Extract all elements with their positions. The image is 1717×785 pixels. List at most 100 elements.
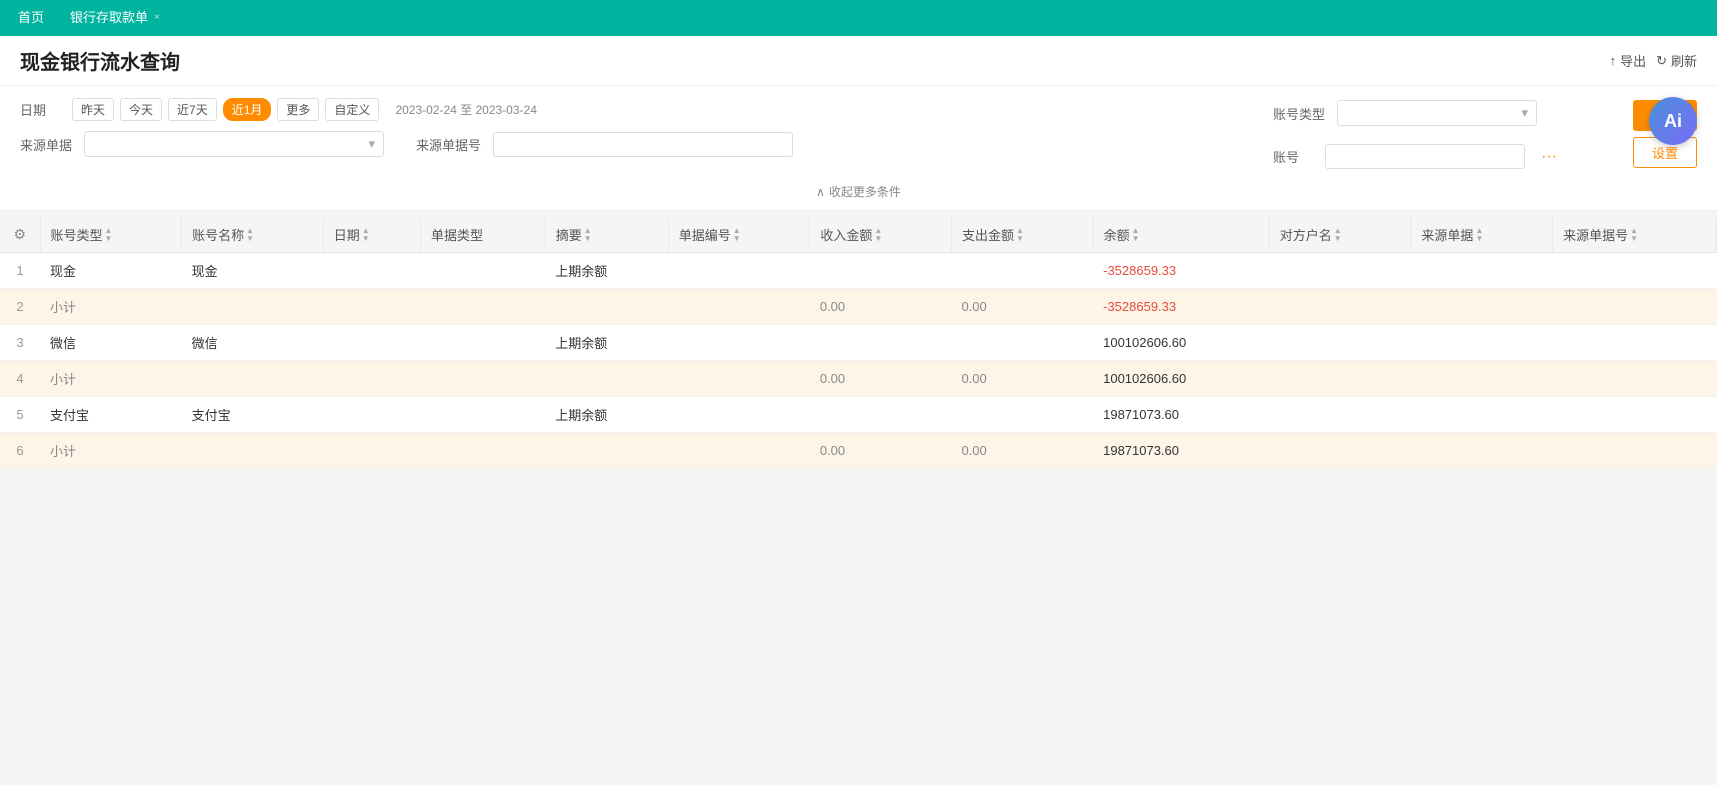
cell-account_name [182, 289, 324, 325]
cell-summary: 上期余额 [545, 325, 668, 361]
col-header-source_doc_no[interactable]: 来源单据号▲▼ [1553, 217, 1717, 253]
col-header-expense[interactable]: 支出金额▲▼ [951, 217, 1093, 253]
cell-date [323, 397, 420, 433]
sort-icon: ▲▼ [1630, 227, 1638, 243]
cell-balance: 100102606.60 [1093, 325, 1269, 361]
ai-badge[interactable]: Ai [1649, 97, 1697, 145]
date-filter-row: 日期 昨天今天近7天近1月更多自定义 2023-02-24 至 2023-03-… [20, 98, 1253, 121]
cell-source_doc [1411, 433, 1553, 469]
cell-expense [951, 397, 1093, 433]
cell-summary: 上期余额 [545, 397, 668, 433]
close-icon[interactable]: × [154, 0, 160, 36]
nav-home[interactable]: 首页 [4, 0, 58, 36]
cell-expense [951, 325, 1093, 361]
date-option-自定义[interactable]: 自定义 [325, 98, 379, 121]
cell-date [323, 433, 420, 469]
col-header-counterpart[interactable]: 对方户名▲▼ [1269, 217, 1411, 253]
cell-source_doc_no [1553, 397, 1717, 433]
cell-account_name: 现金 [182, 253, 324, 289]
sort-icon: ▲▼ [1475, 227, 1483, 243]
cell-doc_no [668, 361, 810, 397]
date-options: 昨天今天近7天近1月更多自定义 [72, 98, 379, 121]
cell-account_type: 小计 [40, 289, 182, 325]
cell-income [810, 325, 952, 361]
account-dots-button[interactable]: ··· [1537, 148, 1561, 166]
sort-icon: ▲▼ [584, 227, 592, 243]
sort-icon: ▲▼ [105, 227, 113, 243]
export-button[interactable]: ↑ 导出 [1610, 51, 1647, 70]
cell-doc_no [668, 433, 810, 469]
table-container: ⚙ 账号类型▲▼账号名称▲▼日期▲▼单据类型摘要▲▼单据编号▲▼收入金额▲▼支出金… [0, 217, 1717, 469]
account-label: 账号 [1273, 147, 1313, 166]
chevron-down-icon: ▾ [368, 136, 375, 152]
nav-tab-银行存取款单[interactable]: 银行存取款单× [58, 0, 198, 36]
sort-icon: ▲▼ [1016, 227, 1024, 243]
col-header-source_doc[interactable]: 来源单据▲▼ [1411, 217, 1553, 253]
cell-summary [545, 361, 668, 397]
cell-source_doc_no [1553, 289, 1717, 325]
cell-expense: 0.00 [951, 361, 1093, 397]
cell-doc_type [421, 289, 546, 325]
cell-doc_no [668, 289, 810, 325]
cell-source_doc [1411, 397, 1553, 433]
collapse-icon: ∧ [816, 185, 825, 199]
cell-income: 0.00 [810, 433, 952, 469]
cell-gear: 1 [0, 253, 40, 289]
cell-summary: 上期余额 [545, 253, 668, 289]
account-type-select[interactable]: ▾ [1337, 100, 1537, 126]
col-header-account_type[interactable]: 账号类型▲▼ [40, 217, 182, 253]
cell-source_doc [1411, 253, 1553, 289]
cell-account_type: 微信 [40, 325, 182, 361]
export-icon: ↑ [1610, 53, 1617, 68]
col-header-income[interactable]: 收入金额▲▼ [810, 217, 952, 253]
col-header-doc_no[interactable]: 单据编号▲▼ [668, 217, 810, 253]
source-doc-select[interactable]: ▾ [84, 131, 384, 157]
cell-balance: 100102606.60 [1093, 361, 1269, 397]
cell-account_name: 微信 [182, 325, 324, 361]
cell-counterpart [1269, 397, 1411, 433]
cell-counterpart [1269, 325, 1411, 361]
filter-area: 日期 昨天今天近7天近1月更多自定义 2023-02-24 至 2023-03-… [0, 86, 1717, 211]
source-doc-no-label: 来源单据号 [416, 135, 481, 154]
col-header-balance[interactable]: 余额▲▼ [1093, 217, 1269, 253]
cell-income [810, 397, 952, 433]
date-option-近7天[interactable]: 近7天 [168, 98, 217, 121]
cell-gear: 4 [0, 361, 40, 397]
date-option-更多[interactable]: 更多 [277, 98, 319, 121]
cell-account_type: 现金 [40, 253, 182, 289]
collapse-bar[interactable]: ∧ 收起更多条件 [20, 179, 1697, 202]
date-option-昨天[interactable]: 昨天 [72, 98, 114, 121]
cell-source_doc [1411, 361, 1553, 397]
sort-icon: ▲▼ [733, 227, 741, 243]
col-header-summary[interactable]: 摘要▲▼ [545, 217, 668, 253]
cell-source_doc_no [1553, 361, 1717, 397]
account-input[interactable] [1325, 144, 1525, 169]
date-range-text: 2023-02-24 至 2023-03-24 [395, 101, 536, 118]
gear-icon[interactable]: ⚙ [13, 226, 26, 242]
page-title: 现金银行流水查询 [20, 46, 180, 75]
col-header-date[interactable]: 日期▲▼ [323, 217, 420, 253]
refresh-button[interactable]: ↻ 刷新 [1656, 51, 1697, 70]
cell-counterpart [1269, 433, 1411, 469]
col-header-account_name[interactable]: 账号名称▲▼ [182, 217, 324, 253]
cell-account_name: 支付宝 [182, 397, 324, 433]
cell-income: 0.00 [810, 289, 952, 325]
cell-income: 0.00 [810, 361, 952, 397]
cell-doc_type [421, 253, 546, 289]
cell-doc_no [668, 325, 810, 361]
cell-doc_type [421, 433, 546, 469]
date-option-今天[interactable]: 今天 [120, 98, 162, 121]
col-header-doc_type: 单据类型 [421, 217, 546, 253]
date-option-近1月[interactable]: 近1月 [223, 98, 272, 121]
sort-icon: ▲▼ [874, 227, 882, 243]
cell-expense: 0.00 [951, 289, 1093, 325]
cell-counterpart [1269, 361, 1411, 397]
source-doc-no-input[interactable] [493, 132, 793, 157]
table-row: 5支付宝支付宝上期余额19871073.60 [0, 397, 1717, 433]
cell-balance: 19871073.60 [1093, 433, 1269, 469]
cell-date [323, 325, 420, 361]
data-table: ⚙ 账号类型▲▼账号名称▲▼日期▲▼单据类型摘要▲▼单据编号▲▼收入金额▲▼支出金… [0, 217, 1717, 469]
cell-expense: 0.00 [951, 433, 1093, 469]
cell-income [810, 253, 952, 289]
cell-gear: 2 [0, 289, 40, 325]
